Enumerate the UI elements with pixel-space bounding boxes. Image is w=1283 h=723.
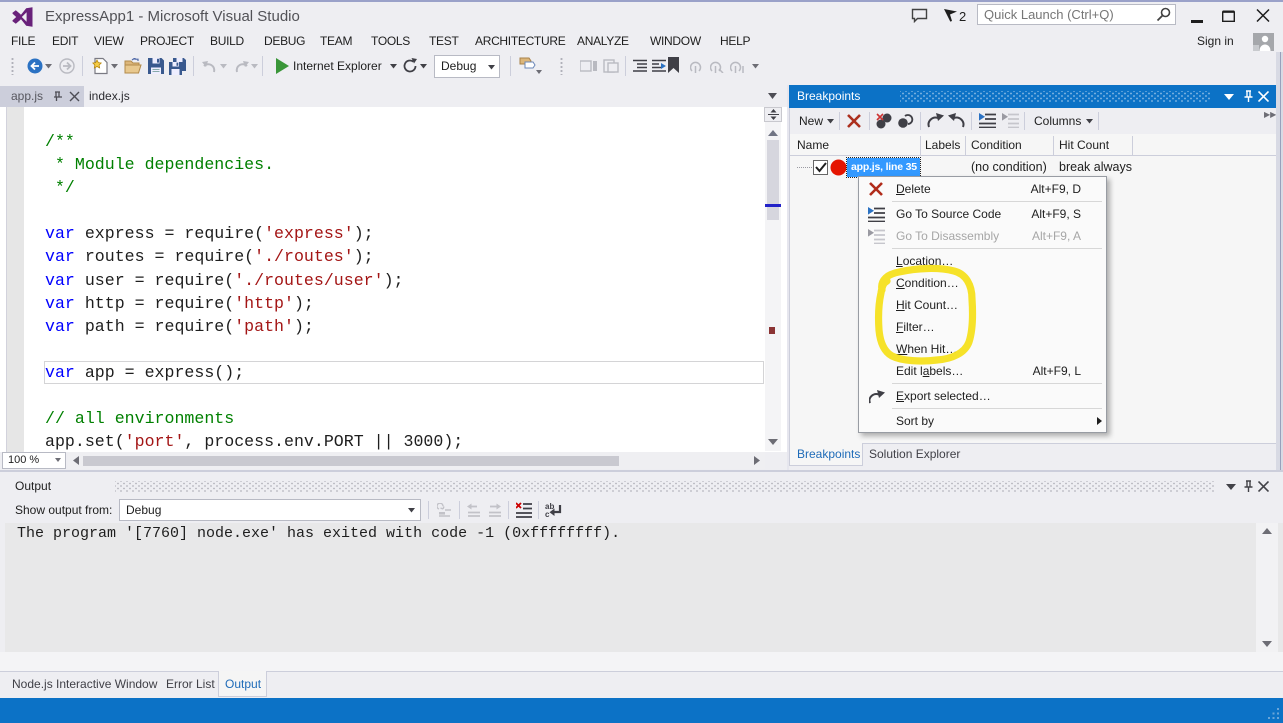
svg-text:c: c (545, 510, 550, 518)
